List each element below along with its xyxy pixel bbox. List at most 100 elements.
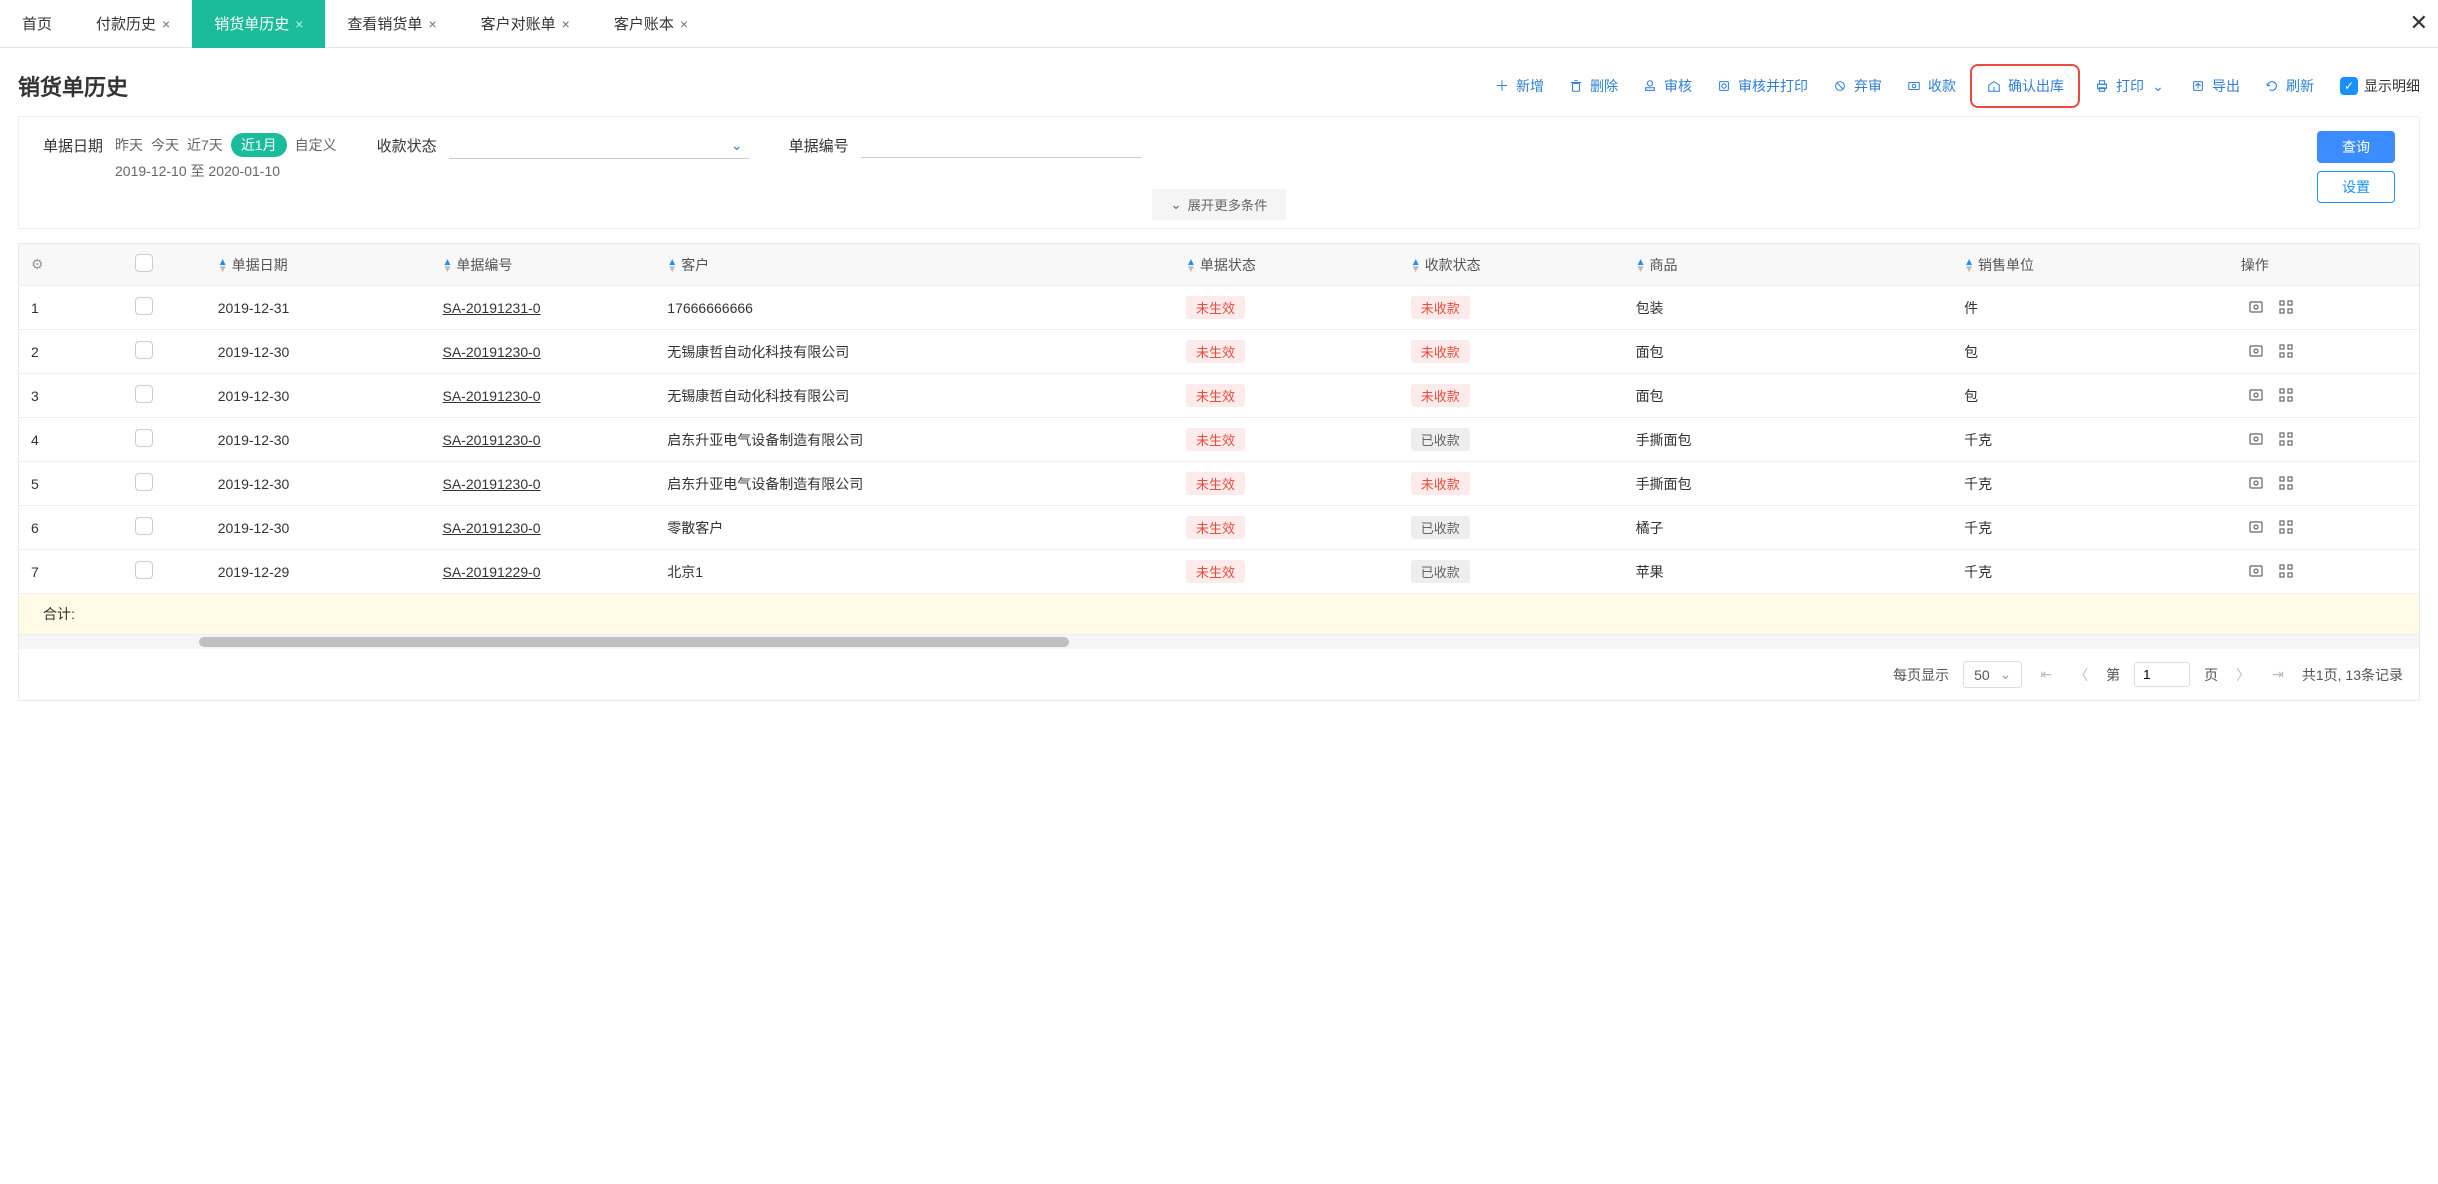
export-icon [2190, 78, 2206, 94]
more-icon[interactable] [2277, 298, 2295, 316]
row-checkbox[interactable] [135, 429, 153, 447]
trash-icon [1568, 78, 1584, 94]
per-page-select[interactable]: 50⌄ [1963, 661, 2022, 688]
sort-icon[interactable]: ▲▼ [1411, 259, 1421, 273]
page-header: 销货单历史 ＋新增 删除 审核 审核并打印 弃审 收款 确认出库 打印⌄ 导出 … [18, 64, 2420, 108]
chevron-down-icon: ⌄ [2150, 78, 2166, 94]
doc-no-input[interactable] [861, 133, 1141, 158]
close-icon[interactable]: × [162, 16, 170, 32]
date-opt-自定义[interactable]: 自定义 [295, 135, 337, 155]
horizontal-scrollbar[interactable] [19, 635, 2419, 649]
table-row: 22019-12-30SA-20191230-0无锡康哲自动化科技有限公司未生效… [19, 330, 2419, 374]
refresh-button[interactable]: 刷新 [2254, 70, 2324, 102]
row-checkbox[interactable] [135, 561, 153, 579]
date-opt-昨天[interactable]: 昨天 [115, 135, 143, 155]
query-button[interactable]: 查询 [2317, 131, 2395, 163]
select-all-checkbox[interactable] [135, 254, 153, 272]
refresh-icon [2264, 78, 2280, 94]
sort-icon[interactable]: ▲▼ [218, 259, 228, 273]
last-page-icon[interactable]: ⇥ [2268, 666, 2288, 683]
settings-button[interactable]: 设置 [2317, 171, 2395, 203]
row-checkbox[interactable] [135, 473, 153, 491]
toolbar: ＋新增 删除 审核 审核并打印 弃审 收款 确认出库 打印⌄ 导出 刷新 ✓显示… [1484, 64, 2420, 108]
view-icon[interactable] [2247, 298, 2265, 316]
close-icon[interactable]: × [428, 16, 436, 32]
more-icon[interactable] [2277, 518, 2295, 536]
first-page-icon[interactable]: ⇤ [2036, 666, 2056, 683]
doc-no-link[interactable]: SA-20191230-0 [443, 476, 541, 492]
chevron-down-icon: ⌄ [731, 137, 743, 154]
printer-icon [2094, 78, 2110, 94]
view-icon[interactable] [2247, 562, 2265, 580]
confirm-out-button[interactable]: 确认出库 [1970, 64, 2080, 108]
close-all-icon[interactable]: ✕ [2410, 10, 2428, 36]
tab-查看销货单[interactable]: 查看销货单× [325, 0, 458, 48]
expand-filters-button[interactable]: ⌄展开更多条件 [1152, 189, 1285, 220]
doc-no-link[interactable]: SA-20191231-0 [443, 300, 541, 316]
date-opt-近1月[interactable]: 近1月 [231, 133, 287, 157]
more-icon[interactable] [2277, 474, 2295, 492]
gear-icon[interactable]: ⚙ [31, 256, 44, 272]
sort-icon[interactable]: ▲▼ [1186, 259, 1196, 273]
pay-status-badge: 未收款 [1411, 472, 1470, 495]
tab-付款历史[interactable]: 付款历史× [74, 0, 192, 48]
more-icon[interactable] [2277, 430, 2295, 448]
view-icon[interactable] [2247, 430, 2265, 448]
filter-panel: 单据日期 昨天今天近7天近1月自定义 2019-12-10 至 2020-01-… [18, 116, 2420, 229]
date-opt-今天[interactable]: 今天 [151, 135, 179, 155]
collect-button[interactable]: 收款 [1896, 70, 1966, 102]
row-checkbox[interactable] [135, 385, 153, 403]
delete-button[interactable]: 删除 [1558, 70, 1628, 102]
view-icon[interactable] [2247, 342, 2265, 360]
table-row: 62019-12-30SA-20191230-0零散客户未生效已收款橘子千克 [19, 506, 2419, 550]
audit-print-button[interactable]: 审核并打印 [1706, 70, 1818, 102]
more-icon[interactable] [2277, 342, 2295, 360]
tab-销货单历史[interactable]: 销货单历史× [192, 0, 325, 48]
export-button[interactable]: 导出 [2180, 70, 2250, 102]
date-opt-近7天[interactable]: 近7天 [187, 135, 223, 155]
close-icon[interactable]: × [295, 16, 303, 32]
row-checkbox[interactable] [135, 297, 153, 315]
sort-icon[interactable]: ▲▼ [1636, 259, 1646, 273]
pay-status-badge: 已收款 [1411, 516, 1470, 539]
row-checkbox[interactable] [135, 517, 153, 535]
pagination: 每页显示 50⌄ ⇤ 〈 第 页 〉 ⇥ 共1页, 13条记录 [19, 649, 2419, 700]
doc-no-link[interactable]: SA-20191230-0 [443, 520, 541, 536]
sort-icon[interactable]: ▲▼ [443, 259, 453, 273]
prev-page-icon[interactable]: 〈 [2070, 665, 2092, 685]
tab-首页[interactable]: 首页 [0, 0, 74, 48]
money-icon [1906, 78, 1922, 94]
tab-客户对账单[interactable]: 客户对账单× [459, 0, 592, 48]
data-table: ⚙ ▲▼单据日期 ▲▼单据编号 ▲▼客户 ▲▼单据状态 ▲▼收款状态 ▲▼商品 … [18, 243, 2420, 701]
view-icon[interactable] [2247, 474, 2265, 492]
pay-status-badge: 未收款 [1411, 384, 1470, 407]
doc-no-link[interactable]: SA-20191230-0 [443, 388, 541, 404]
doc-no-link[interactable]: SA-20191229-0 [443, 564, 541, 580]
audit-button[interactable]: 审核 [1632, 70, 1702, 102]
more-icon[interactable] [2277, 386, 2295, 404]
sort-icon[interactable]: ▲▼ [1964, 259, 1974, 273]
page-input[interactable] [2134, 662, 2190, 687]
doc-no-link[interactable]: SA-20191230-0 [443, 432, 541, 448]
doc-no-link[interactable]: SA-20191230-0 [443, 344, 541, 360]
pay-status-badge: 已收款 [1411, 428, 1470, 451]
close-icon[interactable]: × [680, 16, 688, 32]
show-detail-toggle[interactable]: ✓显示明细 [2340, 76, 2420, 96]
status-badge: 未生效 [1186, 472, 1245, 495]
pay-status-badge: 未收款 [1411, 340, 1470, 363]
sort-icon[interactable]: ▲▼ [667, 259, 677, 273]
close-icon[interactable]: × [562, 16, 570, 32]
view-icon[interactable] [2247, 386, 2265, 404]
warehouse-out-icon [1986, 78, 2002, 94]
view-icon[interactable] [2247, 518, 2265, 536]
pay-status-select[interactable]: ⌄ [449, 133, 749, 159]
print-button[interactable]: 打印⌄ [2084, 70, 2176, 102]
tab-客户账本[interactable]: 客户账本× [592, 0, 710, 48]
stamp-print-icon [1716, 78, 1732, 94]
unaudit-button[interactable]: 弃审 [1822, 70, 1892, 102]
next-page-icon[interactable]: 〉 [2232, 665, 2254, 685]
add-button[interactable]: ＋新增 [1484, 70, 1554, 102]
stamp-icon [1642, 78, 1658, 94]
more-icon[interactable] [2277, 562, 2295, 580]
row-checkbox[interactable] [135, 341, 153, 359]
